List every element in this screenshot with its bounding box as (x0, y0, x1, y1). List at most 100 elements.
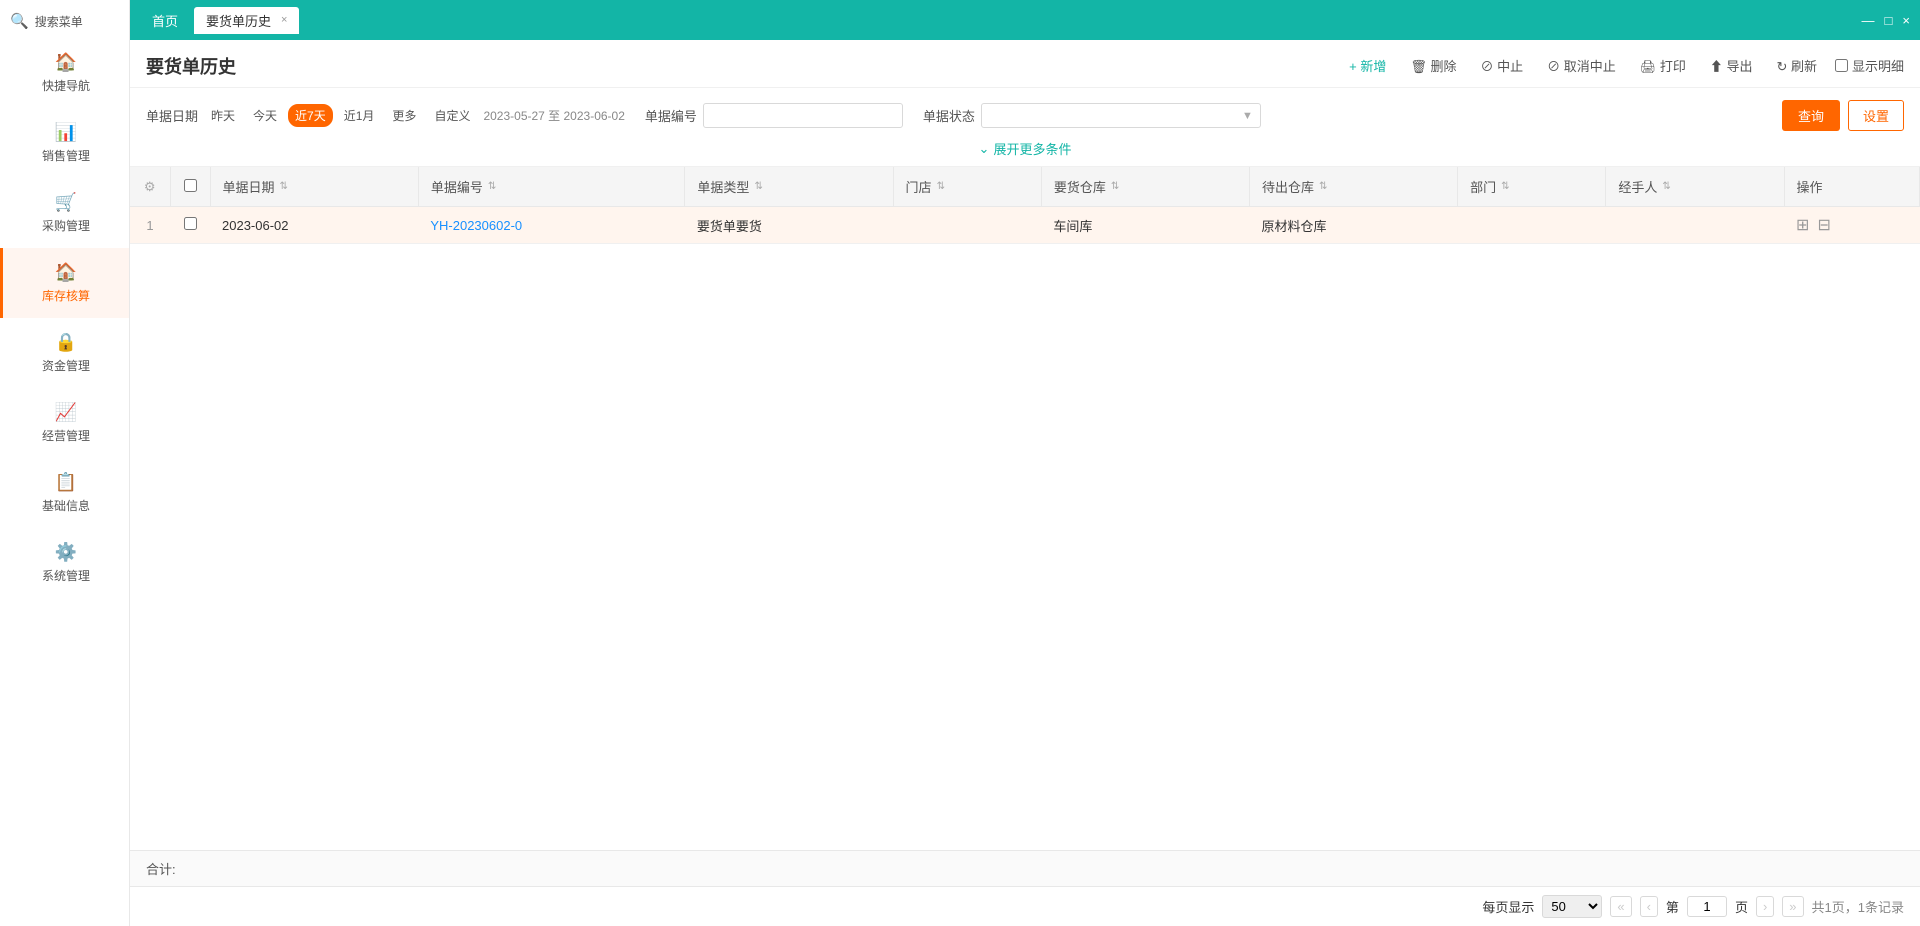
table-container: ⚙ 单据日期 ⇅ 单据编号 (130, 167, 1920, 850)
sort-pendwh-icon[interactable]: ⇅ (1319, 181, 1327, 192)
sidebar-item-label: 快捷导航 (42, 77, 90, 94)
sidebar-item-system[interactable]: ⚙️ 系统管理 (0, 528, 129, 598)
sort-handler-icon[interactable]: ⇅ (1662, 181, 1670, 192)
stop-button[interactable]: ⊘ 中止 (1474, 52, 1529, 79)
page-size-label: 每页显示 (1482, 897, 1534, 916)
chart-icon: 📊 (55, 122, 77, 143)
col-doc-type-label: 单据类型 (697, 177, 749, 196)
sort-date-icon[interactable]: ⇅ (280, 181, 288, 192)
current-page-input[interactable]: 1 (1687, 896, 1727, 917)
col-doc-number: 单据编号 ⇅ (418, 167, 685, 207)
action-icons: ⊞ ⊟ (1796, 215, 1907, 235)
expand-label: 展开更多条件 (993, 139, 1071, 158)
more-icon[interactable]: ⊟ (1817, 215, 1830, 235)
sidebar-item-label: 采购管理 (42, 217, 90, 234)
window-maximize-btn[interactable]: □ (1885, 13, 1893, 28)
page-content: 要货单历史 + 新增 🗑 删除 ⊘ 中止 ⊘ 取消中止 🖨 打印 ⬆ 导出 ↻ … (130, 40, 1920, 926)
delete-button[interactable]: 🗑 删除 (1404, 52, 1462, 79)
sort-reqwh-icon[interactable]: ⇅ (1111, 181, 1119, 192)
sidebar-item-basic-info[interactable]: 📋 基础信息 (0, 458, 129, 528)
col-checkbox (170, 167, 210, 207)
col-action: 操作 (1784, 167, 1919, 207)
refresh-button[interactable]: ↻ 刷新 (1770, 52, 1823, 79)
date-buttons: 昨天 今天 近7天 近1月 更多 自定义 (204, 104, 477, 127)
cart-icon: 🛒 (55, 192, 77, 213)
row-date: 2023-06-02 (210, 207, 418, 244)
date-btn-yesterday[interactable]: 昨天 (204, 104, 242, 127)
query-button[interactable]: 查询 (1782, 100, 1840, 131)
sidebar-item-label: 销售管理 (42, 147, 90, 164)
col-pending-warehouse: 待出仓库 ⇅ (1249, 167, 1457, 207)
cancel-stop-button[interactable]: ⊘ 取消中止 (1541, 52, 1622, 79)
first-page-btn[interactable]: « (1610, 896, 1631, 917)
status-label: 单据状态 (923, 106, 975, 125)
export-button[interactable]: ⬆ 导出 (1704, 52, 1759, 79)
date-btn-today[interactable]: 今天 (246, 104, 284, 127)
sidebar-item-label: 基础信息 (42, 497, 90, 514)
row-doc-type: 要货单要货 (685, 207, 893, 244)
col-date-label: 单据日期 (223, 177, 275, 196)
doc-number-input[interactable] (703, 103, 903, 128)
topbar: 首页 要货单历史 × — □ × (130, 0, 1920, 40)
filter-doc-number: 单据编号 (645, 103, 903, 128)
select-all-checkbox[interactable] (184, 179, 197, 192)
row-checkbox[interactable] (184, 217, 197, 230)
ops-icon: 📈 (55, 402, 77, 423)
settings-button[interactable]: 设置 (1848, 100, 1904, 131)
tab-home[interactable]: 首页 (140, 7, 190, 34)
col-store: 门店 ⇅ (893, 167, 1041, 207)
sidebar-item-operation[interactable]: 📈 经营管理 (0, 388, 129, 458)
sort-store-icon[interactable]: ⇅ (937, 181, 945, 192)
sort-dept-icon[interactable]: ⇅ (1501, 181, 1509, 192)
sidebar-item-label: 库存核算 (42, 287, 90, 304)
doc-number-label: 单据编号 (645, 106, 697, 125)
col-req-warehouse-label: 要货仓库 (1054, 177, 1106, 196)
topbar-right: — □ × (1862, 13, 1910, 28)
display-detail-toggle[interactable]: 显示明细 (1835, 56, 1904, 75)
sidebar-item-finance[interactable]: 🔒 资金管理 (0, 318, 129, 388)
row-req-warehouse: 车间库 (1041, 207, 1249, 244)
sidebar-item-purchase[interactable]: 🛒 采购管理 (0, 178, 129, 248)
edit-icon[interactable]: ⊞ (1796, 215, 1809, 235)
page-unit: 页 (1735, 897, 1748, 916)
doc-icon: 📋 (55, 472, 77, 493)
main-area: 首页 要货单历史 × — □ × 要货单历史 + 新增 🗑 删除 ⊘ 中止 ⊘ … (130, 0, 1920, 926)
last-page-btn[interactable]: » (1782, 896, 1803, 917)
col-pending-warehouse-label: 待出仓库 (1262, 177, 1314, 196)
gear-icon: ⚙️ (55, 542, 77, 563)
col-settings[interactable]: ⚙ (130, 167, 170, 207)
prev-page-btn[interactable]: ‹ (1640, 896, 1658, 917)
home-icon: 🏠 (55, 52, 77, 73)
summary-label: 合计: (146, 859, 176, 878)
status-input[interactable] (981, 103, 1261, 128)
tab-close-icon[interactable]: × (281, 14, 287, 26)
sidebar-item-sales[interactable]: 📊 销售管理 (0, 108, 129, 178)
date-btn-custom[interactable]: 自定义 (427, 104, 477, 127)
col-doc-type: 单据类型 ⇅ (685, 167, 893, 207)
col-department: 部门 ⇅ (1458, 167, 1606, 207)
sidebar-item-inventory[interactable]: 🏠 库存核算 (0, 248, 129, 318)
status-dropdown-icon: ▼ (1242, 110, 1253, 122)
date-btn-more[interactable]: 更多 (385, 104, 423, 127)
tab-active[interactable]: 要货单历史 × (194, 7, 299, 34)
search-icon: 🔍 (10, 12, 29, 30)
sort-doctype-icon[interactable]: ⇅ (754, 181, 762, 192)
table-footer: 合计: (130, 850, 1920, 886)
row-department (1458, 207, 1606, 244)
date-btn-7days[interactable]: 近7天 (288, 104, 333, 127)
window-minimize-btn[interactable]: — (1862, 13, 1875, 28)
page-header: 要货单历史 + 新增 🗑 删除 ⊘ 中止 ⊘ 取消中止 🖨 打印 ⬆ 导出 ↻ … (130, 40, 1920, 88)
expand-filters-btn[interactable]: ⌄ 展开更多条件 (979, 139, 1072, 158)
sort-docnum-icon[interactable]: ⇅ (488, 181, 496, 192)
page-size-select[interactable]: 50 100 200 (1542, 895, 1602, 918)
doc-number-link[interactable]: YH-20230602-0 (430, 218, 522, 233)
print-button[interactable]: 🖨 打印 (1634, 52, 1692, 79)
display-detail-checkbox[interactable] (1835, 59, 1848, 72)
new-button[interactable]: + 新增 (1343, 52, 1392, 79)
date-btn-1month[interactable]: 近1月 (337, 104, 382, 127)
sidebar-item-quick-nav[interactable]: 🏠 快捷导航 (0, 38, 129, 108)
window-close-btn[interactable]: × (1902, 13, 1910, 28)
toolbar: + 新增 🗑 删除 ⊘ 中止 ⊘ 取消中止 🖨 打印 ⬆ 导出 ↻ 刷新 显示明… (1343, 52, 1904, 79)
next-page-btn[interactable]: › (1756, 896, 1774, 917)
sidebar-search[interactable]: 🔍 搜索菜单 (0, 0, 129, 38)
